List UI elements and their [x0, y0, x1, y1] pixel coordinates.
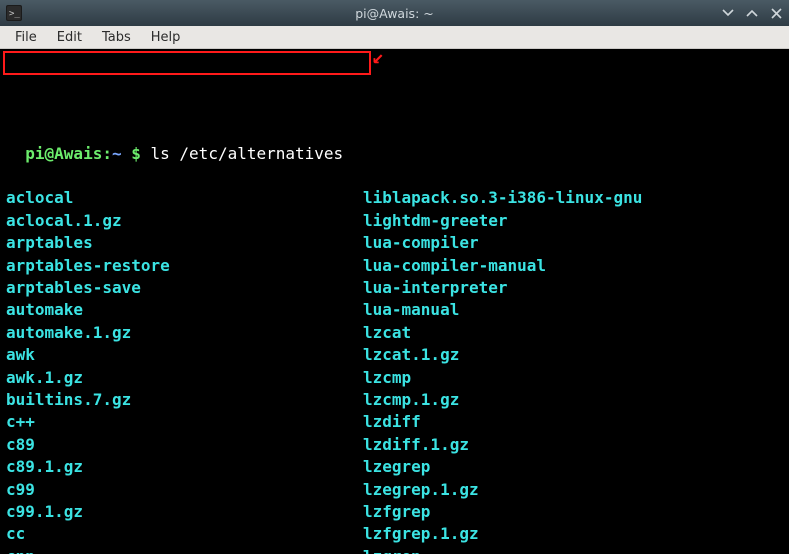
menu-file[interactable]: File: [6, 28, 46, 47]
file-entry: arptables-save: [6, 277, 363, 299]
window-title: pi@Awais: ~: [355, 6, 433, 21]
file-entry: lua-compiler: [363, 232, 783, 254]
file-entry: lua-compiler-manual: [363, 255, 783, 277]
file-entry: liblapack.so.3-i386-linux-gnu: [363, 187, 783, 209]
file-entry: c++: [6, 411, 363, 433]
file-entry: c99: [6, 479, 363, 501]
minimize-icon[interactable]: [721, 6, 735, 20]
file-entry: lightdm-greeter: [363, 210, 783, 232]
file-entry: c99.1.gz: [6, 501, 363, 523]
file-entry: arptables: [6, 232, 363, 254]
file-entry: arptables-restore: [6, 255, 363, 277]
ls-column-1: aclocalaclocal.1.gzarptablesarptables-re…: [6, 187, 363, 554]
menu-tabs[interactable]: Tabs: [93, 28, 140, 47]
maximize-icon[interactable]: [745, 6, 759, 20]
prompt-sigil: $: [122, 144, 151, 163]
file-entry: cpp: [6, 546, 363, 554]
file-entry: lzegrep: [363, 456, 783, 478]
file-entry: lzcat.1.gz: [363, 344, 783, 366]
terminal-viewport[interactable]: ↙ pi@Awais:~ $ ls /etc/alternatives aclo…: [0, 49, 789, 554]
close-icon[interactable]: [769, 6, 783, 20]
file-entry: lzgrep: [363, 546, 783, 554]
ls-output: aclocalaclocal.1.gzarptablesarptables-re…: [6, 187, 783, 554]
file-entry: lzdiff.1.gz: [363, 434, 783, 456]
file-entry: awk: [6, 344, 363, 366]
file-entry: builtins.7.gz: [6, 389, 363, 411]
annotation-arrow-icon: ↙: [372, 49, 384, 66]
menubar: File Edit Tabs Help: [0, 26, 789, 49]
menu-help[interactable]: Help: [142, 28, 190, 47]
file-entry: lzdiff: [363, 411, 783, 433]
ls-column-2: liblapack.so.3-i386-linux-gnulightdm-gre…: [363, 187, 783, 554]
prompt-user-host: pi@Awais: [25, 144, 102, 163]
file-entry: lua-manual: [363, 299, 783, 321]
prompt-path: ~: [112, 144, 122, 163]
prompt-command: ls /etc/alternatives: [151, 144, 344, 163]
file-entry: c89.1.gz: [6, 456, 363, 478]
file-entry: automake: [6, 299, 363, 321]
file-entry: aclocal: [6, 187, 363, 209]
annotation-highlight-box: [3, 51, 371, 75]
window-titlebar: >_ pi@Awais: ~: [0, 0, 789, 26]
prompt-separator: :: [102, 144, 112, 163]
terminal-app-icon: >_: [6, 5, 22, 21]
svg-text:>_: >_: [9, 9, 20, 19]
file-entry: automake.1.gz: [6, 322, 363, 344]
file-entry: lzcmp: [363, 367, 783, 389]
file-entry: lzcmp.1.gz: [363, 389, 783, 411]
file-entry: lzcat: [363, 322, 783, 344]
file-entry: lzfgrep: [363, 501, 783, 523]
file-entry: awk.1.gz: [6, 367, 363, 389]
file-entry: c89: [6, 434, 363, 456]
file-entry: aclocal.1.gz: [6, 210, 363, 232]
prompt-line: pi@Awais:~ $ ls /etc/alternatives: [25, 143, 343, 165]
file-entry: cc: [6, 523, 363, 545]
file-entry: lzfgrep.1.gz: [363, 523, 783, 545]
window-controls: [721, 0, 783, 26]
menu-edit[interactable]: Edit: [48, 28, 91, 47]
file-entry: lua-interpreter: [363, 277, 783, 299]
file-entry: lzegrep.1.gz: [363, 479, 783, 501]
